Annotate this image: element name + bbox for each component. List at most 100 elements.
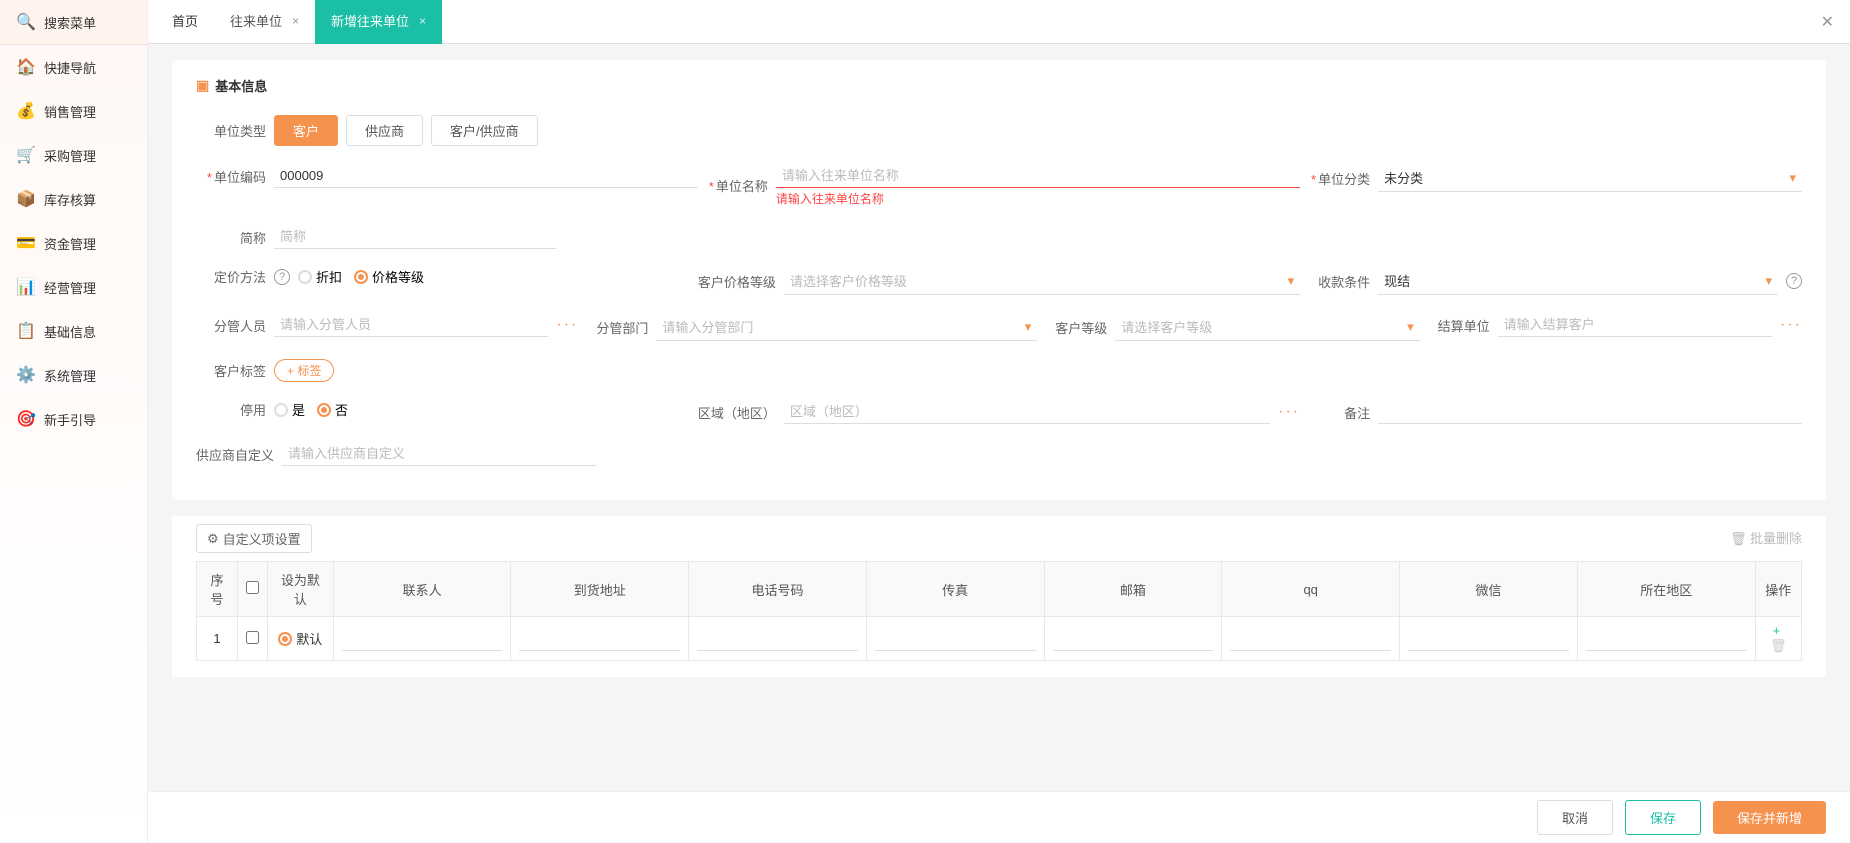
unit-name-label: 单位名称 [698, 176, 768, 195]
phone-input[interactable] [697, 627, 858, 651]
disable-radio-yes[interactable]: 是 [274, 400, 305, 419]
sidebar-item-system[interactable]: ⚙️ 系统管理 [0, 353, 147, 397]
select-all-checkbox[interactable] [246, 581, 259, 594]
address-input[interactable] [519, 627, 680, 651]
region-col-input[interactable] [1586, 627, 1747, 651]
tab-add-contact-close[interactable]: × [419, 14, 426, 28]
type-btn-both[interactable]: 客户/供应商 [431, 115, 538, 146]
cell-contact [333, 617, 511, 661]
disable-row: 停用 是 否 区域（地区） ··· [196, 400, 1802, 424]
fax-input[interactable] [875, 627, 1036, 651]
sidebar-item-search[interactable]: 🔍 搜索菜单 [0, 0, 147, 45]
tab-contacts-close[interactable]: × [292, 14, 299, 28]
sidebar-item-inventory[interactable]: 📦 库存核算 [0, 177, 147, 221]
unit-code-input[interactable] [274, 164, 698, 188]
cell-action: + 🗑 [1755, 617, 1801, 661]
table-row: 1 默认 [197, 617, 1802, 661]
delete-row-icon[interactable]: 🗑 [1770, 638, 1787, 653]
default-label: 默认 [296, 629, 322, 648]
code-name-row: 单位编码 单位名称 请输入往来单位名称 单位分类 未分类 ▾ [196, 164, 1802, 207]
wechat-input[interactable] [1408, 627, 1569, 651]
main-area: 首页 往来单位 × 新增往来单位 × ✕ ▣ 基本信息 单位类型 客户 [148, 0, 1850, 843]
col-seq: 序号 [197, 562, 238, 617]
supplier-custom-input[interactable] [282, 442, 596, 466]
shortname-row: 简称 [196, 225, 1802, 249]
manager-more-icon[interactable]: ··· [556, 316, 578, 334]
sidebar-item-purchase[interactable]: 🛒 采购管理 [0, 133, 147, 177]
region-input[interactable] [784, 400, 1270, 424]
remark-label: 备注 [1300, 403, 1370, 422]
section-title: ▣ 基本信息 [196, 76, 1802, 95]
unit-name-error: 请输入往来单位名称 [776, 190, 1300, 207]
cell-region [1577, 617, 1755, 661]
window-close-button[interactable]: ✕ [1821, 12, 1834, 32]
chevron-down-icon2: ▾ [1288, 273, 1295, 289]
sidebar-item-basic[interactable]: 📋 基础信息 [0, 309, 147, 353]
unit-category-value: 未分类 [1384, 168, 1423, 187]
unit-name-field: 单位名称 请输入往来单位名称 [698, 164, 1300, 207]
tab-add-contact-label: 新增往来单位 [331, 11, 409, 30]
sidebar-item-label: 基础信息 [44, 322, 96, 341]
region-more-icon[interactable]: ··· [1278, 403, 1300, 421]
batch-delete-button[interactable]: 🗑 批量删除 [1730, 528, 1802, 547]
qq-input[interactable] [1230, 627, 1391, 651]
department-select[interactable]: 请输入分管部门 ▾ [656, 313, 1037, 341]
unit-type-row: 单位类型 客户 供应商 客户/供应商 [196, 115, 1802, 146]
save-button[interactable]: 保存 [1625, 800, 1701, 835]
disable-yes-label: 是 [292, 400, 305, 419]
row-checkbox[interactable] [246, 631, 259, 644]
search-icon: 🔍 [16, 12, 36, 32]
settlement-unit-field: 结算单位 ··· [1420, 313, 1802, 337]
col-phone: 电话号码 [689, 562, 867, 617]
sidebar-item-sales[interactable]: 💰 销售管理 [0, 89, 147, 133]
tab-home[interactable]: 首页 [156, 0, 214, 44]
save-and-new-button[interactable]: 保存并新增 [1713, 801, 1826, 834]
type-btn-supplier[interactable]: 供应商 [346, 115, 423, 146]
type-btn-customer[interactable]: 客户 [274, 115, 338, 146]
customize-button[interactable]: ⚙ 自定义项设置 [196, 524, 312, 553]
purchase-icon: 🛒 [16, 145, 36, 165]
payment-terms-label: 收款条件 [1300, 272, 1370, 291]
sidebar-item-operations[interactable]: 📊 经营管理 [0, 265, 147, 309]
settlement-more-icon[interactable]: ··· [1780, 316, 1802, 334]
payment-terms-select[interactable]: 现结 ▾ [1378, 267, 1778, 295]
customer-level-select[interactable]: 请选择客户等级 ▾ [1115, 313, 1419, 341]
add-row-icon[interactable]: + [1772, 623, 1780, 638]
pricing-help-icon[interactable]: ? [274, 269, 290, 285]
unit-category-select[interactable]: 未分类 ▾ [1378, 164, 1802, 192]
tags-field: 客户标签 + 标签 [196, 359, 1802, 382]
add-tag-button[interactable]: + 标签 [274, 359, 334, 382]
radio-yes-circle [274, 403, 288, 417]
tab-contacts[interactable]: 往来单位 × [214, 0, 315, 44]
col-address: 到货地址 [511, 562, 689, 617]
sidebar-item-newguide[interactable]: 🎯 新手引导 [0, 397, 147, 441]
email-input[interactable] [1053, 627, 1214, 651]
short-name-input[interactable] [274, 225, 556, 249]
sidebar-item-label: 采购管理 [44, 146, 96, 165]
disable-radio-no[interactable]: 否 [317, 400, 348, 419]
page-content: ▣ 基本信息 单位类型 客户 供应商 客户/供应商 单位编码 [148, 44, 1850, 791]
disable-field: 停用 是 否 [196, 400, 698, 419]
customer-price-field: 客户价格等级 请选择客户价格等级 ▾ [698, 267, 1300, 295]
sidebar-item-quicknav[interactable]: 🏠 快捷导航 [0, 45, 147, 89]
pricing-radio-level[interactable]: 价格等级 [354, 267, 424, 286]
default-radio-group: 默认 [276, 629, 325, 648]
default-radio[interactable]: 默认 [278, 629, 322, 648]
pricing-radio-discount[interactable]: 折扣 [298, 267, 342, 286]
remark-input[interactable] [1378, 400, 1802, 424]
pricing-discount-label: 折扣 [316, 267, 342, 286]
sidebar-item-finance[interactable]: 💳 资金管理 [0, 221, 147, 265]
cancel-button[interactable]: 取消 [1537, 800, 1613, 835]
customer-price-select[interactable]: 请选择客户价格等级 ▾ [784, 267, 1300, 295]
settlement-unit-input[interactable] [1498, 313, 1772, 337]
customer-level-placeholder: 请选择客户等级 [1121, 317, 1212, 336]
footer: 取消 保存 保存并新增 [148, 791, 1850, 843]
inventory-icon: 📦 [16, 189, 36, 209]
contact-input[interactable] [342, 627, 503, 651]
col-wechat: 微信 [1400, 562, 1578, 617]
tab-add-contact[interactable]: 新增往来单位 × [315, 0, 442, 44]
remark-field: 备注 [1300, 400, 1802, 424]
unit-name-input[interactable] [776, 164, 1300, 188]
payment-help-icon[interactable]: ? [1786, 273, 1802, 289]
manager-input[interactable] [274, 313, 548, 337]
